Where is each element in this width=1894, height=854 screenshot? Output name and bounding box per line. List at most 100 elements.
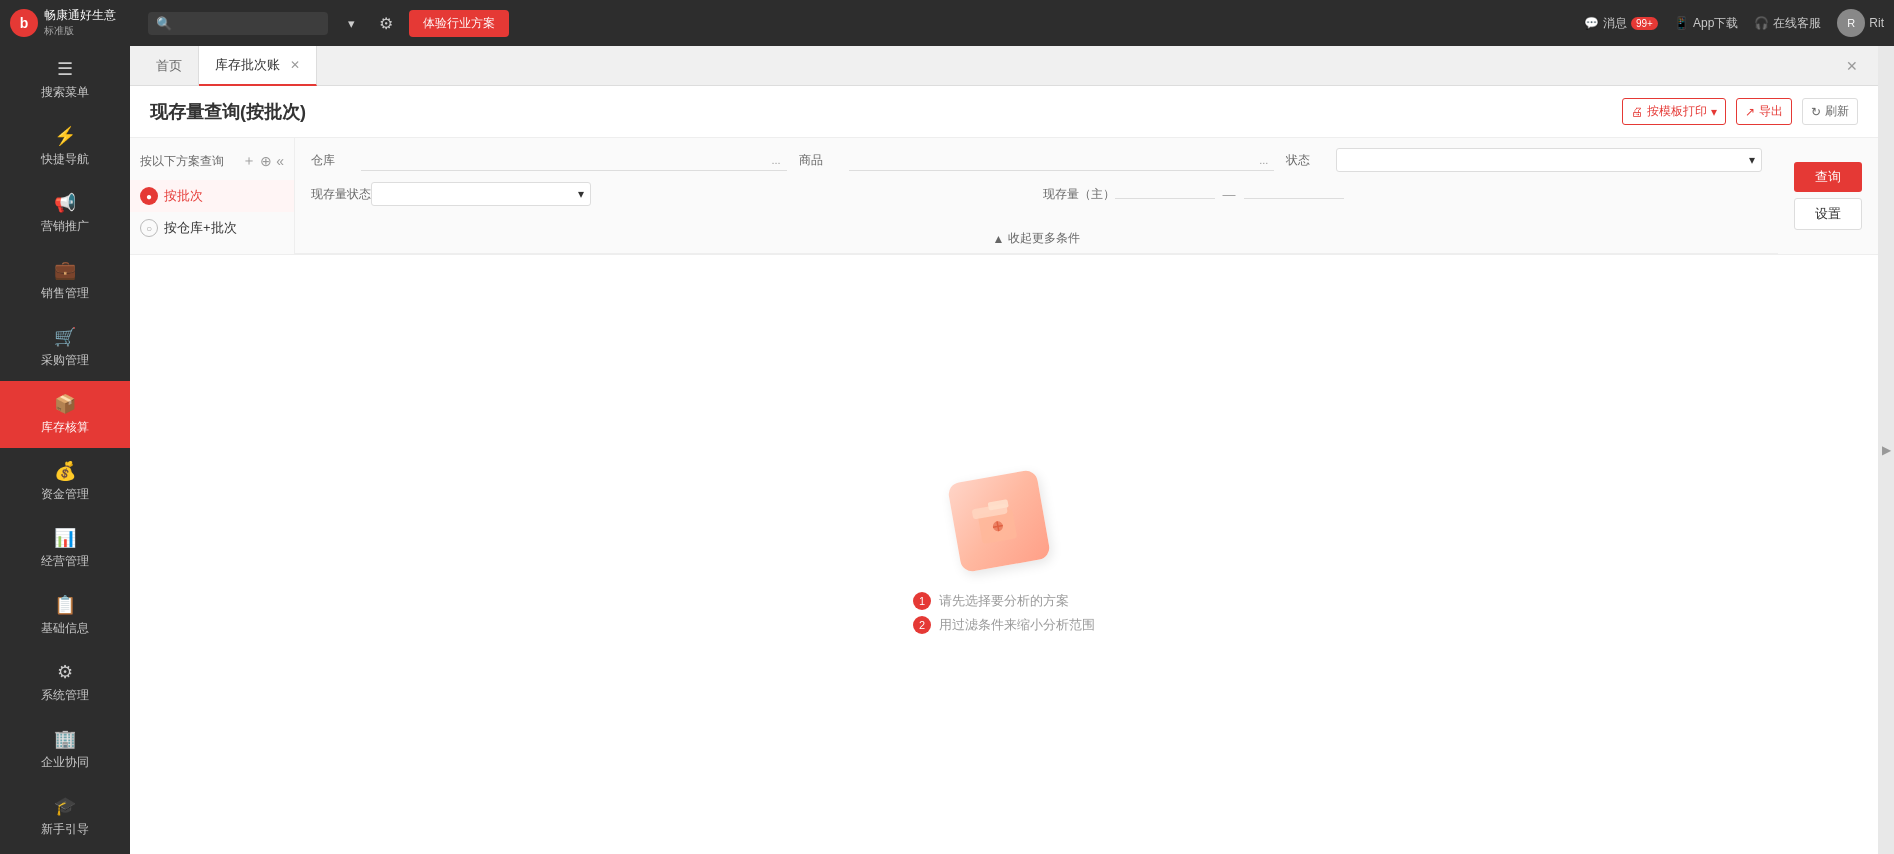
refresh-icon: ↻ [1811, 105, 1821, 119]
messages-item[interactable]: 💬 消息 99+ [1584, 15, 1658, 32]
marketing-icon: 📢 [54, 192, 76, 214]
sidebar-item-operations[interactable]: 📊 经营管理 [0, 515, 130, 582]
stock-status-field: 现存量状态 ▾ [311, 182, 1031, 206]
dropdown-selector[interactable]: ▾ [336, 12, 363, 35]
search-bar[interactable]: 🔍 [148, 12, 328, 35]
chevron-down-icon: ▾ [578, 187, 584, 201]
settings-icon[interactable]: ⚙ [371, 10, 401, 37]
scheme-item-by-warehouse-batch[interactable]: ○ 按仓库+批次 [130, 212, 294, 244]
tabbar-close-btn[interactable]: ✕ [1836, 58, 1868, 74]
search-input[interactable] [176, 16, 296, 30]
experience-btn[interactable]: 体验行业方案 [409, 10, 509, 37]
warehouse-input[interactable]: ... [361, 150, 787, 171]
sidebar-item-label: 营销推广 [41, 218, 89, 235]
stock-amount-to[interactable] [1244, 190, 1344, 199]
messages-badge: 99+ [1631, 17, 1658, 30]
export-btn[interactable]: ↗ 导出 [1736, 98, 1792, 125]
chevron-up-icon: ▲ [993, 232, 1005, 246]
warehouse-more[interactable]: ... [772, 154, 781, 166]
right-collapse-btn[interactable]: ▶ [1878, 46, 1894, 854]
online-service-label: 在线客服 [1773, 15, 1821, 32]
topbar: b 畅康通好生意 标准版 🔍 ▾ ⚙ 体验行业方案 💬 消息 99+ 📱 App… [0, 0, 1894, 46]
online-service-item[interactable]: 🎧 在线客服 [1754, 15, 1821, 32]
tab-inventory-batch[interactable]: 库存批次账 ✕ [199, 46, 317, 86]
sidebar-item-label: 资金管理 [41, 486, 89, 503]
goods-more[interactable]: ... [1259, 154, 1268, 166]
scheme-panel-title: 按以下方案查询 [140, 153, 224, 170]
settings-btn[interactable]: 设置 [1794, 198, 1862, 230]
scheme-panel: 按以下方案查询 ＋ ⊕ « ● 按批次 ○ 按仓库+批次 [130, 138, 295, 254]
page-header: 现存量查询(按批次) 🖨 按模板打印 ▾ ↗ 导出 ↻ 刷新 [130, 86, 1878, 138]
sidebar-item-label: 库存核算 [41, 419, 89, 436]
goods-input[interactable]: ... [849, 150, 1275, 171]
sidebar-item-marketing[interactable]: 📢 营销推广 [0, 180, 130, 247]
sidebar-item-quick-nav[interactable]: ⚡ 快捷导航 [0, 113, 130, 180]
tip-num-2: 2 [913, 616, 931, 634]
sidebar-item-system[interactable]: ⚙ 系统管理 [0, 649, 130, 716]
config-scheme-icon[interactable]: ⊕ [260, 153, 272, 169]
filter-row-2: 现存量状态 ▾ 现存量（主） — [311, 182, 1762, 206]
app-name: 畅康通好生意 [44, 8, 116, 24]
scheme-item-by-batch[interactable]: ● 按批次 [130, 180, 294, 212]
tab-close-icon[interactable]: ✕ [290, 58, 300, 72]
sidebar-item-basics[interactable]: 📋 基础信息 [0, 582, 130, 649]
status-select[interactable]: ▾ [1336, 148, 1762, 172]
sidebar-item-label: 快捷导航 [41, 151, 89, 168]
goods-field: 商品 ... [799, 150, 1275, 171]
app-download-label: App下载 [1693, 15, 1738, 32]
app-edition: 标准版 [44, 24, 116, 38]
avatar-img: R [1837, 9, 1865, 37]
tabbar-close-area: ✕ [1836, 58, 1868, 74]
tabbar: 首页 库存批次账 ✕ ✕ [130, 46, 1878, 86]
warehouse-label: 仓库 [311, 152, 361, 169]
sidebar: ☰ 搜索菜单 ⚡ 快捷导航 📢 营销推广 💼 销售管理 🛒 采购管理 📦 库存核… [0, 46, 130, 854]
warehouse-field: 仓库 ... [311, 150, 787, 171]
right-chevron-icon: ▶ [1882, 443, 1891, 457]
collapse-more-btn[interactable]: ▲ 收起更多条件 [295, 224, 1778, 254]
sidebar-item-label: 基础信息 [41, 620, 89, 637]
system-icon: ⚙ [57, 661, 73, 683]
app-logo: b 畅康通好生意 标准版 [10, 8, 140, 38]
tab-home[interactable]: 首页 [140, 46, 199, 86]
search-icon: 🔍 [156, 16, 172, 31]
sidebar-item-app-center[interactable]: 🔲 应用中心 [0, 850, 130, 854]
headset-icon: 🎧 [1754, 16, 1769, 30]
sidebar-item-label: 销售管理 [41, 285, 89, 302]
sidebar-item-sales[interactable]: 💼 销售管理 [0, 247, 130, 314]
query-btn[interactable]: 查询 [1794, 162, 1862, 192]
stock-amount-field: 现存量（主） — [1043, 186, 1763, 203]
chevron-down-icon: ▾ [1749, 153, 1755, 167]
collapse-scheme-icon[interactable]: « [276, 153, 284, 169]
page-header-actions: 🖨 按模板打印 ▾ ↗ 导出 ↻ 刷新 [1622, 98, 1858, 125]
sidebar-item-purchase[interactable]: 🛒 采购管理 [0, 314, 130, 381]
sidebar-item-search-menu[interactable]: ☰ 搜索菜单 [0, 46, 130, 113]
newbie-icon: 🎓 [54, 795, 76, 817]
refresh-btn[interactable]: ↻ 刷新 [1802, 98, 1858, 125]
sidebar-item-inventory[interactable]: 📦 库存核算 [0, 381, 130, 448]
filter-row-1: 仓库 ... 商品 ... [311, 148, 1762, 172]
messages-label: 消息 [1603, 15, 1627, 32]
tip-text-2: 用过滤条件来缩小分析范围 [939, 616, 1095, 634]
main-layout: ☰ 搜索菜单 ⚡ 快捷导航 📢 营销推广 💼 销售管理 🛒 采购管理 📦 库存核… [0, 46, 1894, 854]
tab-inventory-batch-label: 库存批次账 [215, 56, 280, 74]
tip-text-1: 请先选择要分析的方案 [939, 592, 1069, 610]
export-label: 导出 [1759, 103, 1783, 120]
sidebar-item-label: 采购管理 [41, 352, 89, 369]
stock-status-select[interactable]: ▾ [371, 182, 591, 206]
user-avatar[interactable]: R Rit [1837, 9, 1884, 37]
empty-state: 1 请先选择要分析的方案 2 用过滤条件来缩小分析范围 [130, 255, 1878, 854]
add-scheme-icon[interactable]: ＋ [242, 152, 256, 170]
print-btn[interactable]: 🖨 按模板打印 ▾ [1622, 98, 1726, 125]
filter-actions: 查询 设置 [1778, 138, 1878, 254]
app-download-item[interactable]: 📱 App下载 [1674, 15, 1738, 32]
filter-area: 按以下方案查询 ＋ ⊕ « ● 按批次 ○ 按仓库+批次 [130, 138, 1878, 255]
basics-icon: 📋 [54, 594, 76, 616]
stock-amount-from[interactable] [1115, 190, 1215, 199]
sidebar-item-finance[interactable]: 💰 资金管理 [0, 448, 130, 515]
empty-tips: 1 请先选择要分析的方案 2 用过滤条件来缩小分析范围 [913, 592, 1095, 634]
sidebar-item-newbie[interactable]: 🎓 新手引导 [0, 783, 130, 850]
message-icon: 💬 [1584, 16, 1599, 30]
sidebar-item-label: 新手引导 [41, 821, 89, 838]
inventory-icon: 📦 [54, 393, 76, 415]
sidebar-item-enterprise[interactable]: 🏢 企业协同 [0, 716, 130, 783]
